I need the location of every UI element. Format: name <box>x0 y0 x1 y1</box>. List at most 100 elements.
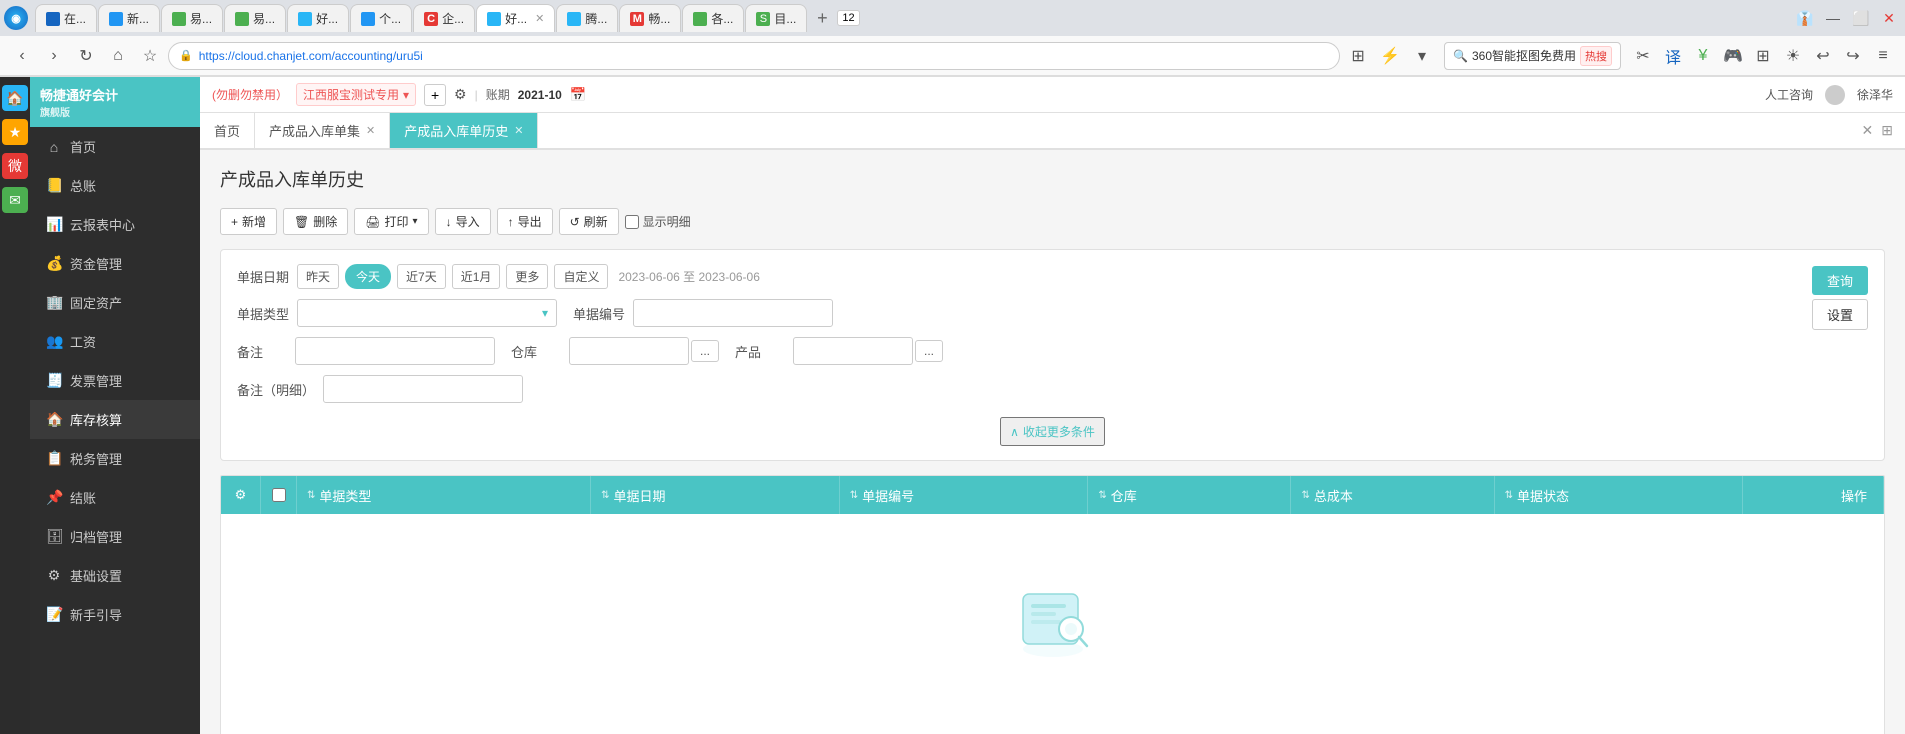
th-gear[interactable]: ⚙ <box>221 476 261 514</box>
bookmark-button[interactable]: ☆ <box>136 42 164 70</box>
forward-button[interactable]: › <box>40 42 68 70</box>
close-button[interactable]: ✕ <box>1877 6 1901 30</box>
tab-8[interactable]: 好... ✕ <box>476 4 555 32</box>
cut-icon[interactable]: ✂ <box>1629 42 1657 70</box>
tab-11[interactable]: 各... <box>682 4 744 32</box>
icon-sidebar-home[interactable]: 🏠 <box>2 85 28 111</box>
tab-1[interactable]: 在... <box>35 4 97 32</box>
th-warehouse[interactable]: ⇅ 仓库 <box>1088 476 1291 514</box>
icon-sidebar-mail[interactable]: ✉ <box>2 187 28 213</box>
setting-button[interactable]: 设置 <box>1812 299 1868 330</box>
sidebar-item-new-voucher[interactable]: 📝 新手引导 <box>30 595 200 634</box>
home-nav-button[interactable]: ⌂ <box>104 42 132 70</box>
detail-remark-input[interactable] <box>323 375 523 403</box>
page-tab-list-close[interactable]: ✕ <box>366 124 375 137</box>
translate-icon[interactable]: 译 <box>1659 42 1687 70</box>
date-today[interactable]: 今天 <box>345 264 391 289</box>
tab-4[interactable]: 易... <box>224 4 286 32</box>
address-bar[interactable]: 🔒 https://cloud.chanjet.com/accounting/u… <box>168 42 1340 70</box>
sidebar-item-tax[interactable]: 📋 税务管理 <box>30 439 200 478</box>
settings-topbar-button[interactable]: ⚙ <box>454 86 467 103</box>
search-bar[interactable]: 🔍 360智能抠图免费用 热搜 <box>1444 42 1621 70</box>
sidebar-item-settings[interactable]: ⚙ 基础设置 <box>30 556 200 595</box>
date-custom[interactable]: 自定义 <box>554 264 608 289</box>
sidebar-item-cloud-report[interactable]: 📊 云报表中心 <box>30 205 200 244</box>
th-status[interactable]: ⇅ 单据状态 <box>1495 476 1744 514</box>
th-cost[interactable]: ⇅ 总成本 <box>1291 476 1494 514</box>
print-button[interactable]: 🖨 打印 <box>354 208 428 235</box>
sidebar-item-funds[interactable]: 💰 资金管理 <box>30 244 200 283</box>
maximize-button[interactable]: ⬜ <box>1849 6 1873 30</box>
refresh-nav-button[interactable]: ↻ <box>72 42 100 70</box>
game-icon[interactable]: 🎮 <box>1719 42 1747 70</box>
tab-8-close[interactable]: ✕ <box>535 12 544 25</box>
sidebar-item-fixed-assets[interactable]: 🏢 固定资产 <box>30 283 200 322</box>
consultant-link[interactable]: 人工咨询 <box>1765 86 1813 103</box>
product-more-btn[interactable]: ... <box>915 340 943 362</box>
show-detail-toggle[interactable]: 显示明细 <box>625 213 691 230</box>
sun-icon[interactable]: ☀ <box>1779 42 1807 70</box>
redo-icon[interactable]: ↪ <box>1839 42 1867 70</box>
type-select[interactable]: ▾ <box>297 299 557 327</box>
extensions-button[interactable]: ⊞ <box>1344 42 1372 70</box>
sidebar-item-home[interactable]: ⌂ 首页 <box>30 127 200 166</box>
tab-6[interactable]: 个... <box>350 4 412 32</box>
collapse-button[interactable]: ∧ 收起更多条件 <box>1000 417 1105 446</box>
minimize-button[interactable]: — <box>1821 6 1845 30</box>
number-input[interactable] <box>633 299 833 327</box>
export-button[interactable]: ↑ 导出 <box>497 208 553 235</box>
company-select[interactable]: 江西服宝测试专用 ▾ <box>296 83 416 106</box>
th-number[interactable]: ⇅ 单据编号 <box>840 476 1089 514</box>
show-detail-checkbox[interactable] <box>625 215 639 229</box>
remark-input[interactable] <box>295 337 495 365</box>
sidebar-item-archive[interactable]: 🗄 归档管理 <box>30 517 200 556</box>
sidebar-item-inventory[interactable]: 🏠 库存核算 <box>30 400 200 439</box>
th-type[interactable]: ⇅ 单据类型 <box>297 476 591 514</box>
date-1month[interactable]: 近1月 <box>452 264 501 289</box>
page-tab-history[interactable]: 产成品入库单历史 ✕ <box>390 113 538 148</box>
new-tab-button[interactable]: + <box>808 4 836 32</box>
th-date[interactable]: ⇅ 单据日期 <box>591 476 840 514</box>
tab-9[interactable]: 腾... <box>556 4 618 32</box>
import-button[interactable]: ↓ 导入 <box>435 208 491 235</box>
sidebar-item-invoice[interactable]: 🧾 发票管理 <box>30 361 200 400</box>
icon-sidebar-weibo[interactable]: 微 <box>2 153 28 179</box>
back-button[interactable]: ‹ <box>8 42 36 70</box>
warehouse-more-btn[interactable]: ... <box>691 340 719 362</box>
sidebar-item-payroll[interactable]: 👥 工资 <box>30 322 200 361</box>
yuan-icon[interactable]: ¥ <box>1689 42 1717 70</box>
customize-button[interactable]: 👔 <box>1793 6 1817 30</box>
undo-icon[interactable]: ↩ <box>1809 42 1837 70</box>
delete-button[interactable]: 🗑 删除 <box>283 208 348 235</box>
menu-icon[interactable]: ≡ <box>1869 42 1897 70</box>
date-more[interactable]: 更多 <box>506 264 548 289</box>
tab-2[interactable]: 新... <box>98 4 160 32</box>
tab-10[interactable]: M 畅... <box>619 4 681 32</box>
icon-sidebar-star[interactable]: ★ <box>2 119 28 145</box>
product-input[interactable] <box>793 337 913 365</box>
dropdown-nav-button[interactable]: ▾ <box>1408 42 1436 70</box>
grid-icon[interactable]: ⊞ <box>1749 42 1777 70</box>
tab-5[interactable]: 好... <box>287 4 349 32</box>
tab-3[interactable]: 易... <box>161 4 223 32</box>
date-yesterday[interactable]: 昨天 <box>297 264 339 289</box>
refresh-btn[interactable]: ↺ 刷新 <box>559 208 619 235</box>
page-tab-history-close[interactable]: ✕ <box>514 124 523 137</box>
date-7days[interactable]: 近7天 <box>397 264 446 289</box>
lightning-button[interactable]: ⚡ <box>1376 42 1404 70</box>
page-tab-list[interactable]: 产成品入库单集 ✕ <box>255 113 390 148</box>
query-button[interactable]: 查询 <box>1812 266 1868 295</box>
select-all-checkbox[interactable] <box>272 488 286 502</box>
breadcrumb-home[interactable]: 首页 <box>200 113 255 148</box>
close-panel-button[interactable]: ✕ <box>1862 122 1874 139</box>
sidebar-item-general[interactable]: 📒 总账 <box>30 166 200 205</box>
calendar-button[interactable]: 📅 <box>570 87 587 103</box>
sidebar-item-settle[interactable]: 📌 结账 <box>30 478 200 517</box>
tab-12[interactable]: S 目... <box>745 4 807 32</box>
add-button[interactable]: + 新增 <box>220 208 277 235</box>
th-check[interactable] <box>261 476 297 514</box>
expand-panel-button[interactable]: ⊞ <box>1881 122 1893 139</box>
add-company-button[interactable]: + <box>424 84 446 106</box>
tab-7[interactable]: C 企... <box>413 4 475 32</box>
warehouse-input[interactable] <box>569 337 689 365</box>
